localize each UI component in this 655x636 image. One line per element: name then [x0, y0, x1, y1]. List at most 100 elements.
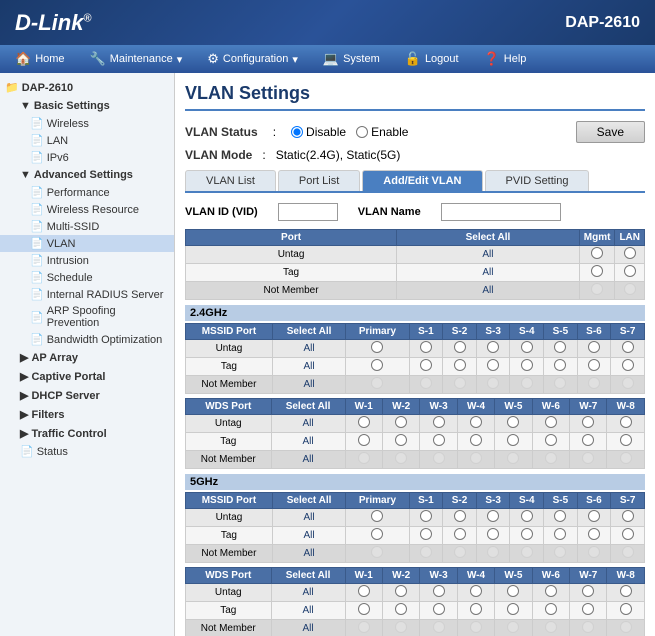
wds24-col-w4: W-4 — [457, 399, 494, 415]
chevron-down-icon-2: ▾ — [292, 53, 298, 66]
port-notmember-mgmt[interactable] — [579, 282, 615, 300]
nav-configuration[interactable]: ⚙ Configuration ▾ — [197, 48, 308, 70]
sidebar-root[interactable]: 📁 DAP-2610 — [0, 78, 174, 97]
vlan-name-input[interactable] — [441, 203, 561, 221]
mssid24-col-s7: S-7 — [611, 324, 645, 340]
save-button-top[interactable]: Save — [576, 121, 645, 143]
vlan-id-input[interactable] — [278, 203, 338, 221]
table-row: Not Member All — [186, 282, 645, 300]
sidebar-bw-label: Bandwidth Optimization — [47, 334, 163, 346]
sidebar-captive-portal[interactable]: ▶ Captive Portal — [0, 367, 174, 386]
sidebar-basic-settings[interactable]: ▼ Basic Settings — [0, 97, 174, 115]
expand-icon-2: ▼ — [20, 169, 31, 181]
sidebar-ap-array[interactable]: ▶ AP Array — [0, 348, 174, 367]
mssid5-col-s1: S-1 — [409, 493, 443, 509]
wds24-col-w1: W-1 — [345, 399, 382, 415]
sidebar-item-intrusion[interactable]: 📄 Intrusion — [0, 252, 174, 269]
port-notmember-lan[interactable] — [615, 282, 645, 300]
sidebar-item-multi-ssid[interactable]: 📄 Multi-SSID — [0, 218, 174, 235]
port-tag-mgmt[interactable] — [579, 264, 615, 282]
sidebar-intrusion-label: Intrusion — [47, 255, 89, 267]
nav-logout-label: Logout — [425, 53, 459, 65]
sidebar-dhcp-label: DHCP Server — [31, 390, 99, 402]
vlan-enable-input[interactable] — [356, 126, 368, 138]
sidebar-item-vlan[interactable]: 📄 VLAN — [0, 235, 174, 252]
sidebar-item-schedule[interactable]: 📄 Schedule — [0, 269, 174, 286]
sidebar-item-wireless[interactable]: 📄 Wireless — [0, 115, 174, 132]
mssid24-tag-label: Tag — [186, 358, 273, 376]
sidebar-item-bandwidth[interactable]: 📄 Bandwidth Optimization — [0, 331, 174, 348]
ipv6-page-icon: 📄 — [30, 151, 44, 164]
table-row: Tag All — [186, 358, 645, 376]
nav-logout[interactable]: 🔓 Logout — [395, 48, 469, 70]
arp-icon: 📄 — [30, 311, 44, 324]
port-notmember-all[interactable]: All — [397, 282, 580, 300]
sidebar-wireless-label: Wireless — [47, 118, 89, 130]
sidebar-item-lan[interactable]: 📄 LAN — [0, 132, 174, 149]
sidebar-item-arp[interactable]: 📄 ARP Spoofing Prevention — [0, 303, 174, 331]
wds24-col-w3: W-3 — [420, 399, 457, 415]
nav-home[interactable]: 🏠 Home — [5, 48, 75, 70]
sidebar-traffic-control[interactable]: ▶ Traffic Control — [0, 424, 174, 443]
port-tag-lan[interactable] — [615, 264, 645, 282]
sidebar-ipv6-label: IPv6 — [47, 152, 69, 164]
port-untag-all[interactable]: All — [397, 246, 580, 264]
sidebar-ap-label: AP Array — [31, 352, 77, 364]
expand-icon-7: ▶ — [20, 427, 28, 440]
mssid24-col-primary: Primary — [346, 324, 409, 340]
port-tag-label: Tag — [186, 264, 397, 282]
table-row: Not Member All — [186, 620, 645, 636]
logout-icon: 🔓 — [405, 51, 421, 67]
table-row: Untag All — [186, 340, 645, 358]
help-icon: ❓ — [484, 51, 500, 67]
vlan-disable-input[interactable] — [291, 126, 303, 138]
mssid24-untag-label: Untag — [186, 340, 273, 358]
mssid5-untag-label: Untag — [186, 509, 273, 527]
nav-maintenance[interactable]: 🔧 Maintenance ▾ — [80, 48, 193, 70]
wds24-col-w5: W-5 — [495, 399, 532, 415]
main-layout: 📁 DAP-2610 ▼ Basic Settings 📄 Wireless 📄… — [0, 73, 655, 636]
wds-24-section: WDS Port Select All W-1 W-2 W-3 W-4 W-5 … — [185, 398, 645, 469]
sidebar-item-performance[interactable]: 📄 Performance — [0, 184, 174, 201]
tab-vlan-list[interactable]: VLAN List — [185, 170, 276, 191]
mssid5-col-s7: S-7 — [611, 493, 645, 509]
vlan-enable-label: Enable — [371, 125, 408, 139]
vlan-enable-radio[interactable]: Enable — [356, 125, 408, 139]
mssid-5-section: MSSID Port Select All Primary S-1 S-2 S-… — [185, 492, 645, 563]
mssid-5-table: MSSID Port Select All Primary S-1 S-2 S-… — [185, 492, 645, 563]
nav-system[interactable]: 💻 System — [313, 48, 390, 70]
vlan-mode-value: Static(2.4G), Static(5G) — [276, 148, 401, 162]
sidebar-item-wireless-resource[interactable]: 📄 Wireless Resource — [0, 201, 174, 218]
page-title: VLAN Settings — [185, 83, 645, 111]
radius-icon: 📄 — [30, 288, 44, 301]
port-untag-mgmt[interactable] — [579, 246, 615, 264]
mssid-24-section: MSSID Port Select All Primary S-1 S-2 S-… — [185, 323, 645, 394]
wds5-col-w7: W-7 — [570, 568, 607, 584]
tab-pvid-setting[interactable]: PVID Setting — [485, 170, 590, 191]
expand-icon: ▼ — [20, 100, 31, 112]
tabs-container: VLAN List Port List Add/Edit VLAN PVID S… — [185, 170, 645, 193]
wr-icon: 📄 — [30, 203, 44, 216]
chevron-down-icon: ▾ — [177, 53, 183, 66]
nav-help[interactable]: ❓ Help — [474, 48, 537, 70]
sidebar-item-radius[interactable]: 📄 Internal RADIUS Server — [0, 286, 174, 303]
sidebar-filters[interactable]: ▶ Filters — [0, 405, 174, 424]
sidebar-item-ipv6[interactable]: 📄 IPv6 — [0, 149, 174, 166]
tab-port-list[interactable]: Port List — [278, 170, 360, 191]
vlan-status-label: VLAN Status — [185, 125, 258, 139]
sidebar-item-status[interactable]: 📄 Status — [0, 443, 174, 460]
mssid-icon: 📄 — [30, 220, 44, 233]
sidebar-advanced-settings[interactable]: ▼ Advanced Settings — [0, 166, 174, 184]
table-row: Not Member All — [186, 545, 645, 563]
port-tag-all[interactable]: All — [397, 264, 580, 282]
sidebar-dhcp-server[interactable]: ▶ DHCP Server — [0, 386, 174, 405]
wds24-col-port: WDS Port — [186, 399, 272, 415]
port-col-mgmt: Mgmt — [579, 230, 615, 246]
mssid5-notmember-label: Not Member — [186, 545, 273, 563]
vlan-disable-radio[interactable]: Disable — [291, 125, 346, 139]
tab-add-edit-vlan[interactable]: Add/Edit VLAN — [362, 170, 482, 191]
wds5-col-w6: W-6 — [532, 568, 569, 584]
port-untag-lan[interactable] — [615, 246, 645, 264]
folder-icon: 📁 — [5, 81, 19, 94]
port-col-selectall: Select All — [397, 230, 580, 246]
